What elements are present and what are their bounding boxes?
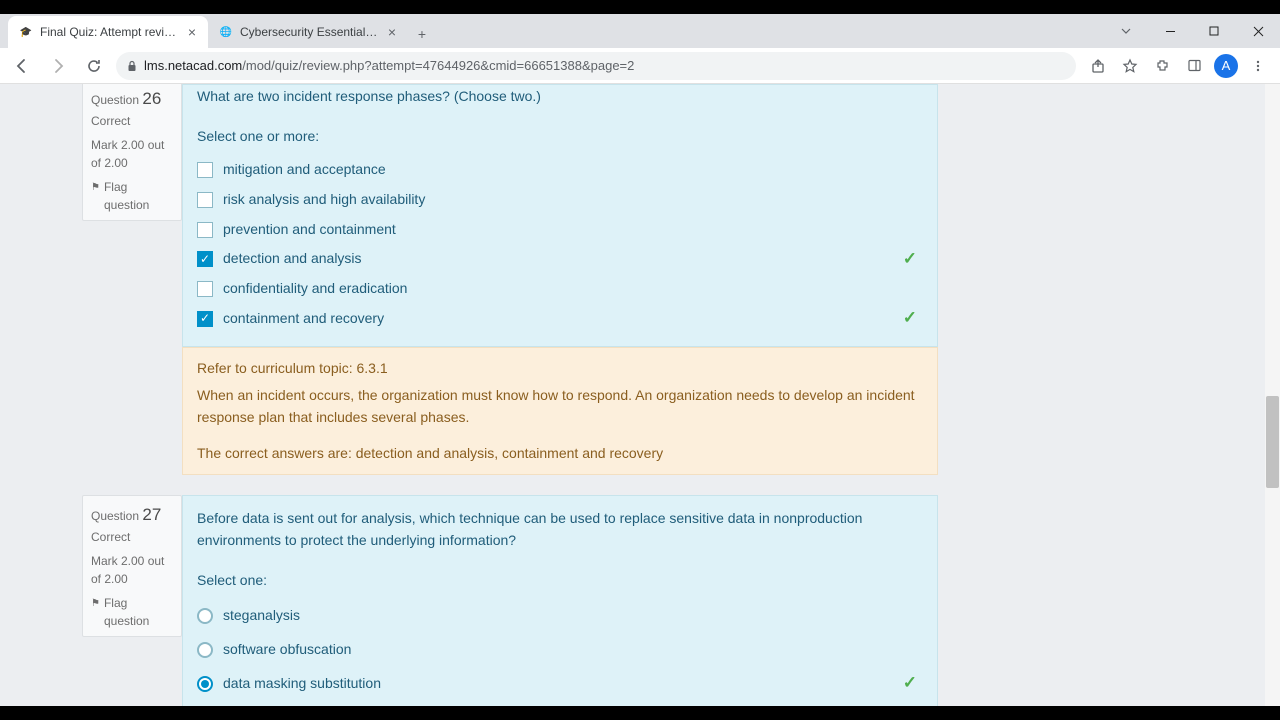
question-26: Question 26 Correct Mark 2.00 out of 2.0… [82, 84, 938, 475]
close-tab-icon[interactable]: × [186, 24, 198, 40]
checkbox[interactable] [197, 162, 213, 178]
question-prompt: What are two incident response phases? (… [197, 86, 923, 108]
answer-option: mitigation and acceptance [197, 155, 923, 185]
option-label: detection and analysis [223, 248, 362, 270]
back-button[interactable] [8, 52, 36, 80]
correct-check-icon: ✓ [903, 305, 917, 331]
option-label: data masking substitution [223, 673, 381, 695]
answer-option: risk analysis and high availability [197, 185, 923, 215]
question-status: Correct [91, 112, 173, 130]
answer-option: steganalysis [197, 599, 923, 633]
forward-button[interactable] [44, 52, 72, 80]
question-info-panel: Question 27 Correct Mark 2.00 out of 2.0… [82, 495, 182, 637]
select-instruction: Select one: [197, 570, 923, 592]
flag-question-link[interactable]: ⚑ Flag question [91, 178, 173, 214]
vertical-scrollbar[interactable] [1265, 84, 1280, 706]
radio-button[interactable] [197, 608, 213, 624]
extensions-icon[interactable] [1148, 52, 1176, 80]
answer-option: containment and recovery ✓ [197, 304, 923, 334]
answer-option: data masking substitution ✓ [197, 667, 923, 701]
close-tab-icon[interactable]: × [386, 24, 398, 40]
checkbox[interactable] [197, 192, 213, 208]
question-mark: Mark 2.00 out of 2.00 [91, 136, 173, 172]
option-label: software obfuscation [223, 639, 351, 661]
answer-option: software obfuscation [197, 633, 923, 667]
window-controls [1104, 14, 1280, 48]
flag-question-link[interactable]: ⚑ Flag question [91, 594, 173, 630]
question-info-panel: Question 26 Correct Mark 2.00 out of 2.0… [82, 84, 182, 221]
favicon-netacad: 🎓 [18, 24, 34, 40]
question-formulation: Before data is sent out for analysis, wh… [182, 495, 938, 706]
tab-title: Final Quiz: Attempt review (page [40, 25, 180, 39]
share-icon[interactable] [1084, 52, 1112, 80]
browser-tab-strip: 🎓 Final Quiz: Attempt review (page × 🌐 C… [0, 14, 1280, 48]
flag-icon: ⚑ [91, 596, 100, 611]
question-feedback: Refer to curriculum topic: 6.3.1 When an… [182, 347, 938, 476]
close-window-button[interactable] [1236, 16, 1280, 46]
url-text: lms.netacad.com/mod/quiz/review.php?atte… [144, 58, 634, 73]
url-bar[interactable]: lms.netacad.com/mod/quiz/review.php?atte… [116, 52, 1076, 80]
favicon-generic: 🌐 [218, 24, 234, 40]
lock-icon [126, 60, 138, 72]
maximize-button[interactable] [1192, 16, 1236, 46]
option-label: prevention and containment [223, 219, 396, 241]
checkbox[interactable] [197, 222, 213, 238]
tab-title: Cybersecurity Essentials FINAL Q [240, 25, 380, 39]
checkbox[interactable] [197, 251, 213, 267]
question-27: Question 27 Correct Mark 2.00 out of 2.0… [82, 495, 938, 706]
option-label: containment and recovery [223, 308, 384, 330]
new-tab-button[interactable]: + [408, 20, 436, 48]
menu-icon[interactable] [1244, 52, 1272, 80]
minimize-button[interactable] [1148, 16, 1192, 46]
question-status: Correct [91, 528, 173, 546]
option-label: risk analysis and high availability [223, 189, 425, 211]
reload-button[interactable] [80, 52, 108, 80]
radio-button[interactable] [197, 642, 213, 658]
address-bar: lms.netacad.com/mod/quiz/review.php?atte… [0, 48, 1280, 84]
answer-option: steganography [197, 700, 923, 706]
tab-quiz-review[interactable]: 🎓 Final Quiz: Attempt review (page × [8, 16, 208, 48]
profile-avatar[interactable]: A [1212, 52, 1240, 80]
bookmark-star-icon[interactable] [1116, 52, 1144, 80]
correct-check-icon: ✓ [903, 246, 917, 272]
checkbox[interactable] [197, 281, 213, 297]
flag-icon: ⚑ [91, 180, 100, 195]
answer-option: detection and analysis ✓ [197, 244, 923, 274]
option-label: mitigation and acceptance [223, 159, 386, 181]
question-formulation: What are two incident response phases? (… [182, 84, 938, 347]
answer-option: confidentiality and eradication [197, 274, 923, 304]
scrollbar-thumb[interactable] [1266, 396, 1279, 488]
side-panel-icon[interactable] [1180, 52, 1208, 80]
question-mark: Mark 2.00 out of 2.00 [91, 552, 173, 588]
radio-button[interactable] [197, 676, 213, 692]
checkbox[interactable] [197, 311, 213, 327]
page-content: Question 26 Correct Mark 2.00 out of 2.0… [0, 84, 1280, 706]
option-label: steganalysis [223, 605, 300, 627]
question-prompt: Before data is sent out for analysis, wh… [197, 508, 923, 551]
tab-cybersecurity[interactable]: 🌐 Cybersecurity Essentials FINAL Q × [208, 16, 408, 48]
answer-option: prevention and containment [197, 215, 923, 245]
chevron-down-icon[interactable] [1104, 16, 1148, 46]
select-instruction: Select one or more: [197, 126, 923, 148]
option-label: confidentiality and eradication [223, 278, 407, 300]
correct-check-icon: ✓ [903, 670, 917, 696]
